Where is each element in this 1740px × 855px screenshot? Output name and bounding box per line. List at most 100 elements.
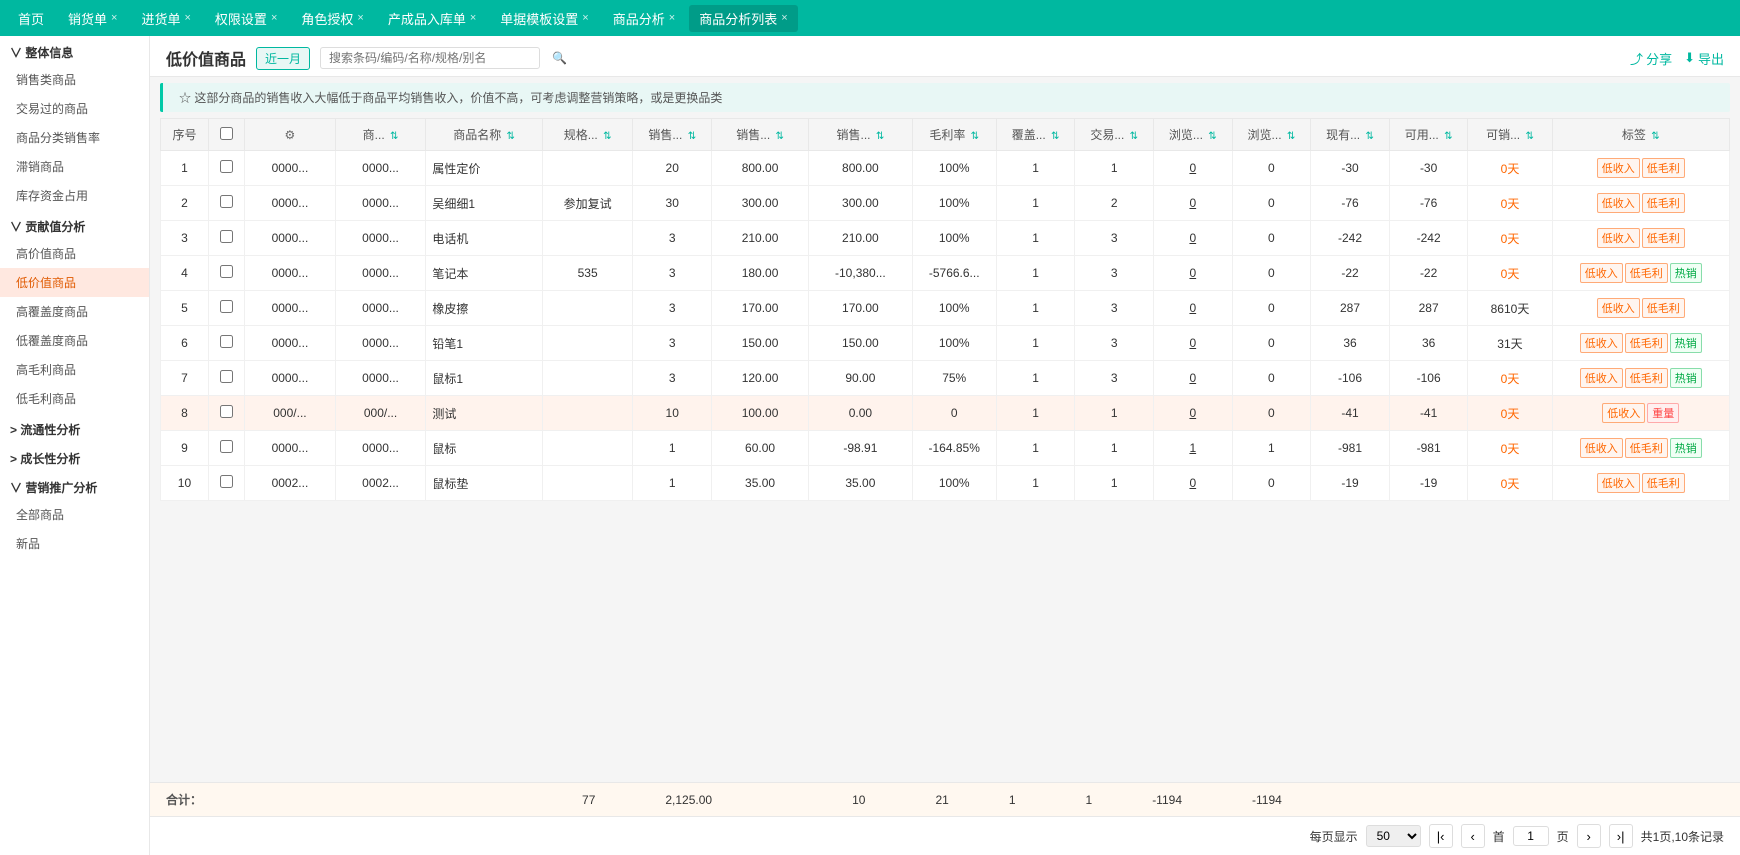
sidebar-group-flow[interactable]: > 流通性分析 — [0, 413, 149, 442]
row-checkbox[interactable] — [220, 405, 233, 418]
cell-browse1[interactable]: 0 — [1153, 221, 1232, 256]
cell-browse1[interactable]: 1 — [1153, 431, 1232, 466]
sidebar-group-marketing[interactable]: ∨ 营销推广分析 — [0, 471, 149, 500]
th-stock[interactable]: 现有... ⇅ — [1311, 119, 1390, 151]
sidebar-item-new-products[interactable]: 新品 — [0, 529, 149, 558]
nav-home[interactable]: 首页 — [8, 5, 54, 32]
browse1-link[interactable]: 0 — [1189, 336, 1196, 350]
browse1-link[interactable]: 0 — [1189, 196, 1196, 210]
sidebar-item-all-products[interactable]: 全部商品 — [0, 500, 149, 529]
cell-browse1[interactable]: 0 — [1153, 256, 1232, 291]
browse1-link[interactable]: 0 — [1189, 406, 1196, 420]
cell-browse1[interactable]: 0 — [1153, 326, 1232, 361]
sidebar-item-low-coverage[interactable]: 低覆盖度商品 — [0, 326, 149, 355]
row-checkbox[interactable] — [220, 475, 233, 488]
nav-sales-close[interactable]: × — [111, 12, 117, 24]
nav-templates[interactable]: 单据模板设置 × — [490, 5, 598, 32]
th-sale-cost[interactable]: 销售... ⇅ — [809, 119, 913, 151]
row-checkbox[interactable] — [220, 440, 233, 453]
th-browse1[interactable]: 浏览... ⇅ — [1153, 119, 1232, 151]
th-name[interactable]: 商品名称 ⇅ — [426, 119, 542, 151]
browse1-link[interactable]: 0 — [1189, 161, 1196, 175]
cell-check[interactable] — [208, 396, 244, 431]
current-page-input[interactable] — [1513, 826, 1549, 846]
sidebar-group-growth[interactable]: > 成长性分析 — [0, 442, 149, 471]
cell-browse1[interactable]: 0 — [1153, 186, 1232, 221]
th-margin[interactable]: 毛利率 ⇅ — [912, 119, 996, 151]
sidebar-item-category-sales[interactable]: 商品分类销售率 — [0, 123, 149, 152]
cell-browse1[interactable]: 0 — [1153, 361, 1232, 396]
date-filter-btn[interactable]: 近一月 — [256, 47, 310, 70]
cell-check[interactable] — [208, 291, 244, 326]
row-checkbox[interactable] — [220, 230, 233, 243]
nav-templates-close[interactable]: × — [582, 12, 588, 24]
cell-browse1[interactable]: 0 — [1153, 466, 1232, 501]
sidebar-item-low-margin[interactable]: 低毛利商品 — [0, 384, 149, 413]
th-avail[interactable]: 可用... ⇅ — [1389, 119, 1468, 151]
sidebar-item-high-value[interactable]: 高价值商品 — [0, 239, 149, 268]
th-settings[interactable]: ⚙ — [245, 119, 336, 151]
browse1-link[interactable]: 0 — [1189, 476, 1196, 490]
browse1-link[interactable]: 0 — [1189, 371, 1196, 385]
sidebar-item-high-coverage[interactable]: 高覆盖度商品 — [0, 297, 149, 326]
nav-sales[interactable]: 销货单 × — [58, 5, 127, 32]
export-btn[interactable]: ⬇ 导出 — [1684, 49, 1724, 68]
page-size-select[interactable]: 50 100 200 — [1366, 825, 1421, 847]
prev-page-btn[interactable]: ‹ — [1461, 824, 1485, 848]
nav-production-close[interactable]: × — [470, 12, 476, 24]
nav-product-analysis-list-close[interactable]: × — [781, 12, 787, 24]
nav-purchase[interactable]: 进货单 × — [131, 5, 200, 32]
row-checkbox[interactable] — [220, 335, 233, 348]
th-trade[interactable]: 交易... ⇅ — [1075, 119, 1154, 151]
settings-icon[interactable]: ⚙ — [285, 128, 296, 142]
sidebar-item-traded-products[interactable]: 交易过的商品 — [0, 94, 149, 123]
th-spec[interactable]: 规格... ⇅ — [542, 119, 633, 151]
sidebar-item-low-value[interactable]: 低价值商品 — [0, 268, 149, 297]
browse1-link[interactable]: 0 — [1189, 231, 1196, 245]
th-cover[interactable]: 覆盖... ⇅ — [996, 119, 1075, 151]
nav-roles-close[interactable]: × — [357, 12, 363, 24]
first-page-btn[interactable]: |‹ — [1429, 824, 1453, 848]
row-checkbox[interactable] — [220, 265, 233, 278]
cell-check[interactable] — [208, 361, 244, 396]
th-browse2[interactable]: 浏览... ⇅ — [1232, 119, 1311, 151]
nav-permissions-close[interactable]: × — [271, 12, 277, 24]
next-page-btn[interactable]: › — [1577, 824, 1601, 848]
sidebar-item-slow-sales[interactable]: 滞销商品 — [0, 152, 149, 181]
sidebar-group-contribution[interactable]: ∨ 贡献值分析 — [0, 210, 149, 239]
cell-browse1[interactable]: 0 — [1153, 151, 1232, 186]
th-tag[interactable]: 标签 ⇅ — [1552, 119, 1729, 151]
nav-product-analysis[interactable]: 商品分析 × — [603, 5, 685, 32]
sidebar-item-inventory-capital[interactable]: 库存资金占用 — [0, 181, 149, 210]
cell-check[interactable] — [208, 256, 244, 291]
cell-browse1[interactable]: 0 — [1153, 291, 1232, 326]
sidebar-item-sales-products[interactable]: 销售类商品 — [0, 65, 149, 94]
table-container[interactable]: 序号 ⚙ 商... ⇅ 商品名称 ⇅ 规格... ⇅ 销售... ⇅ 销售...… — [150, 118, 1740, 782]
nav-production[interactable]: 产成品入库单 × — [378, 5, 486, 32]
sidebar-item-high-margin[interactable]: 高毛利商品 — [0, 355, 149, 384]
th-sale-qty[interactable]: 销售... ⇅ — [633, 119, 712, 151]
cell-browse1[interactable]: 0 — [1153, 396, 1232, 431]
share-btn[interactable]: ⤴ 分享 — [1630, 49, 1672, 68]
th-code[interactable]: 商... ⇅ — [335, 119, 426, 151]
row-checkbox[interactable] — [220, 370, 233, 383]
row-checkbox[interactable] — [220, 195, 233, 208]
browse1-link[interactable]: 0 — [1189, 301, 1196, 315]
cell-check[interactable] — [208, 466, 244, 501]
last-page-btn[interactable]: ›| — [1609, 824, 1633, 848]
cell-check[interactable] — [208, 151, 244, 186]
sidebar-group-overall[interactable]: ∨ 整体信息 — [0, 36, 149, 65]
cell-check[interactable] — [208, 221, 244, 256]
cell-check[interactable] — [208, 431, 244, 466]
nav-product-analysis-list[interactable]: 商品分析列表 × — [689, 5, 797, 32]
search-icon[interactable]: 🔍 — [552, 51, 567, 65]
select-all-checkbox[interactable] — [220, 127, 233, 140]
cell-check[interactable] — [208, 326, 244, 361]
row-checkbox[interactable] — [220, 160, 233, 173]
nav-purchase-close[interactable]: × — [184, 12, 190, 24]
nav-product-analysis-close[interactable]: × — [669, 12, 675, 24]
row-checkbox[interactable] — [220, 300, 233, 313]
th-sellable[interactable]: 可销... ⇅ — [1468, 119, 1552, 151]
browse1-link[interactable]: 1 — [1189, 441, 1196, 455]
nav-roles[interactable]: 角色授权 × — [291, 5, 373, 32]
